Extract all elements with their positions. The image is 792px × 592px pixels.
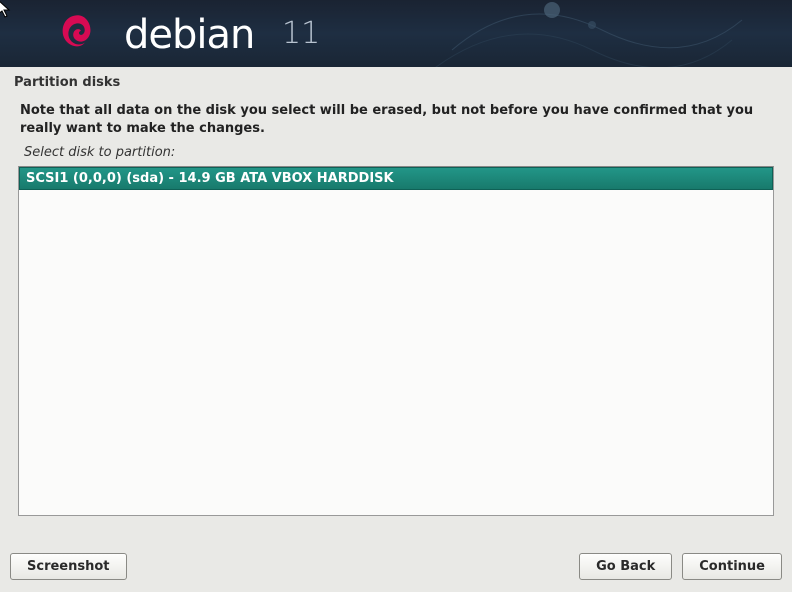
warning-message: Note that all data on the disk you selec… — [8, 98, 784, 143]
go-back-button[interactable]: Go Back — [579, 553, 672, 580]
nav-button-group: Go Back Continue — [579, 553, 782, 580]
header-decoration-swirl — [402, 0, 752, 67]
brand-version: 11 — [282, 16, 320, 51]
continue-button[interactable]: Continue — [682, 553, 782, 580]
bottom-toolbar: Screenshot Go Back Continue — [10, 553, 782, 580]
debian-swirl-icon — [54, 8, 102, 56]
disk-list[interactable]: SCSI1 (0,0,0) (sda) - 14.9 GB ATA VBOX H… — [18, 166, 774, 516]
disk-item-selected[interactable]: SCSI1 (0,0,0) (sda) - 14.9 GB ATA VBOX H… — [19, 167, 773, 190]
brand-name: debian — [124, 12, 254, 58]
page-title: Partition disks — [0, 67, 792, 98]
mouse-cursor-icon — [0, 0, 14, 20]
content-area: Note that all data on the disk you selec… — [8, 98, 784, 516]
select-disk-label: Select disk to partition: — [8, 143, 784, 166]
installer-header: debian 11 — [0, 0, 792, 67]
screenshot-button[interactable]: Screenshot — [10, 553, 127, 580]
